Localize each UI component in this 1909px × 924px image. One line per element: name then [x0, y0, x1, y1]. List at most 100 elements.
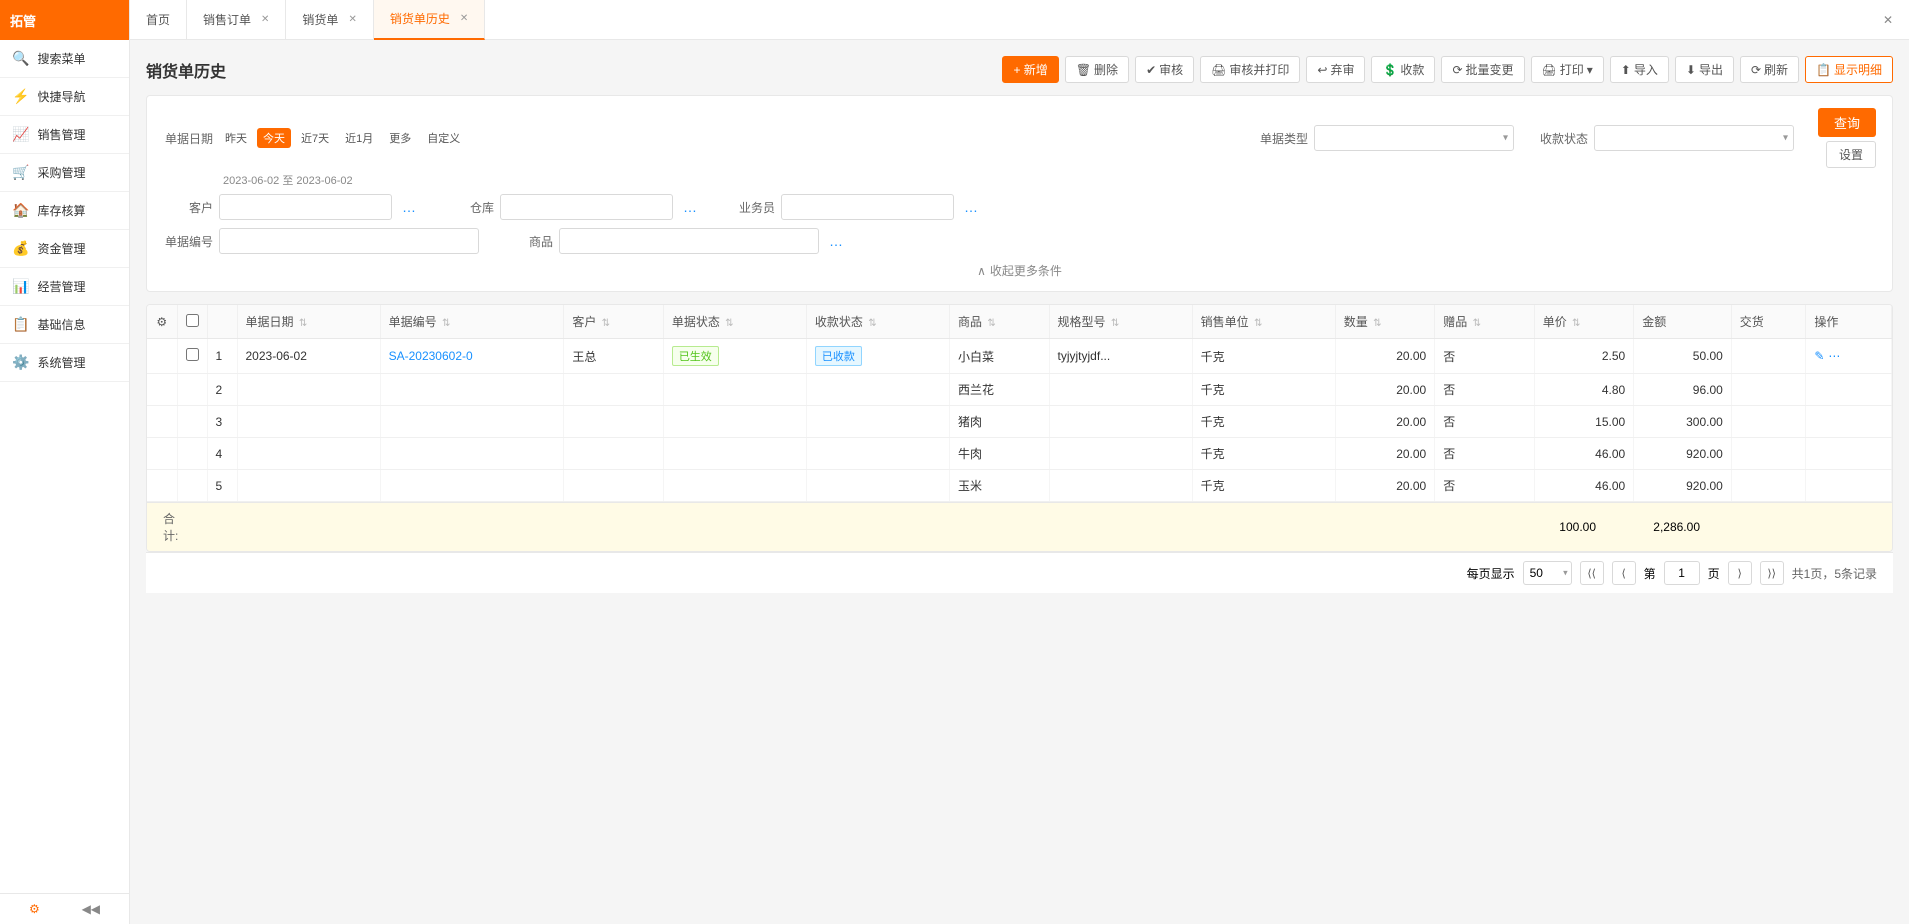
sidebar-item-operations[interactable]: 📊 经营管理 — [0, 268, 129, 306]
abandon-button[interactable]: ↩ 弃审 — [1306, 56, 1365, 83]
batch-change-button[interactable]: ⟳ 批量变更 — [1441, 56, 1524, 83]
audit-button[interactable]: ✔ 审核 — [1135, 56, 1194, 83]
tab-home[interactable]: 首页 — [130, 0, 187, 40]
collapse-button[interactable]: ∧ 收起更多条件 — [977, 262, 1062, 279]
sidebar-item-inventory[interactable]: 🏠 库存核算 — [0, 192, 129, 230]
col-qty[interactable]: 数量 ⇅ — [1335, 305, 1434, 339]
sidebar-item-sales-mgmt[interactable]: 📈 销售管理 — [0, 116, 129, 154]
table-row: 12023-06-02SA-20230602-0王总已生效已收款小白菜tyjyj… — [147, 339, 1892, 374]
cell-trade — [1731, 406, 1806, 438]
goods-input[interactable] — [559, 228, 819, 254]
col-doc-date[interactable]: 单据日期 ⇅ — [237, 305, 380, 339]
audit-print-button[interactable]: 🖨 审核并打印 — [1200, 56, 1300, 83]
cell-doc-status — [663, 374, 806, 406]
select-all-checkbox[interactable] — [186, 314, 199, 327]
sort-spec-icon: ⇅ — [1111, 318, 1119, 329]
page-prev-btn[interactable]: ⟨ — [1612, 561, 1636, 585]
cell-payment-status — [806, 406, 949, 438]
col-settings[interactable]: ⚙ — [147, 305, 177, 339]
cell-checkbox — [177, 470, 207, 502]
top-nav-right: ✕ — [1883, 13, 1909, 27]
cell-doc-status — [663, 438, 806, 470]
sidebar-item-search-menu[interactable]: 🔍 搜索菜单 — [0, 40, 129, 78]
sidebar-collapse-icon[interactable]: ◀◀ — [82, 902, 100, 916]
date-tab-custom[interactable]: 自定义 — [421, 128, 466, 148]
row-checkbox[interactable] — [186, 348, 199, 361]
page-area: 销货单历史 + 新增 🗑 删除 ✔ 审核 🖨 审核并打印 ↩ 弃审 — [130, 40, 1909, 924]
cell-goods: 猪肉 — [950, 406, 1049, 438]
date-tab-7days[interactable]: 近7天 — [295, 128, 335, 148]
delete-button[interactable]: 🗑 删除 — [1065, 56, 1129, 83]
doc-no-input[interactable] — [219, 228, 479, 254]
sidebar-item-finance[interactable]: 💰 资金管理 — [0, 230, 129, 268]
edit-action-btn[interactable]: ✎ — [1814, 349, 1824, 363]
col-spec[interactable]: 规格型号 ⇅ — [1049, 305, 1192, 339]
warehouse-ellipsis[interactable]: … — [679, 197, 701, 217]
close-sales-order-tab[interactable]: ✕ — [261, 14, 269, 25]
page-next-btn[interactable]: ⟩ — [1728, 561, 1752, 585]
payment-status-select[interactable] — [1594, 125, 1794, 151]
col-goods[interactable]: 商品 ⇅ — [950, 305, 1049, 339]
warehouse-input[interactable] — [500, 194, 673, 220]
date-tab-yesterday[interactable]: 昨天 — [219, 128, 253, 148]
setting-button[interactable]: 设置 — [1826, 141, 1876, 168]
cell-payment-status — [806, 438, 949, 470]
show-details-button[interactable]: 📋 显示明细 — [1805, 56, 1893, 83]
col-doc-status[interactable]: 单据状态 ⇅ — [663, 305, 806, 339]
col-doc-no[interactable]: 单据编号 ⇅ — [380, 305, 564, 339]
col-customer[interactable]: 客户 ⇅ — [564, 305, 663, 339]
page-number-input[interactable] — [1664, 561, 1700, 585]
sidebar-item-basic-info[interactable]: 📋 基础信息 — [0, 306, 129, 344]
sidebar-settings-icon[interactable]: ⚙ — [29, 902, 40, 916]
filter-customer: 客户 … — [163, 194, 420, 220]
cell-checkbox — [177, 339, 207, 374]
staff-ellipsis[interactable]: … — [960, 197, 982, 217]
cell-checkbox — [177, 406, 207, 438]
page-first-btn[interactable]: ⟨⟨ — [1580, 561, 1604, 585]
sidebar-item-purchase-mgmt[interactable]: 🛒 采购管理 — [0, 154, 129, 192]
tab-sales-delivery[interactable]: 销货单 ✕ — [286, 0, 373, 40]
export-icon: ⬇ — [1686, 63, 1696, 77]
sidebar-item-sys-mgmt[interactable]: ⚙️ 系统管理 — [0, 344, 129, 382]
money-icon: 💰 — [12, 240, 29, 257]
per-page-select[interactable]: 50 100 200 — [1523, 561, 1572, 585]
close-sales-delivery-tab[interactable]: ✕ — [348, 14, 356, 25]
collect-button[interactable]: 💲 收款 — [1371, 56, 1435, 83]
tab-sales-order[interactable]: 销售订单 ✕ — [187, 0, 286, 40]
new-button[interactable]: + 新增 — [1002, 56, 1058, 83]
date-tab-more[interactable]: 更多 — [383, 128, 417, 148]
refresh-button[interactable]: ⟳ 刷新 — [1740, 56, 1799, 83]
date-tab-today[interactable]: 今天 — [257, 128, 291, 148]
tab-sales-history[interactable]: 销货单历史 ✕ — [374, 0, 485, 40]
col-gift[interactable]: 赠品 ⇅ — [1435, 305, 1534, 339]
col-payment-status[interactable]: 收款状态 ⇅ — [806, 305, 949, 339]
date-tab-1month[interactable]: 近1月 — [339, 128, 379, 148]
cell-doc-no — [380, 374, 564, 406]
more-action-btn[interactable]: ⋯ — [1828, 349, 1840, 363]
import-button[interactable]: ⬆ 导入 — [1610, 56, 1669, 83]
export-button[interactable]: ⬇ 导出 — [1675, 56, 1734, 83]
col-trade: 交货 — [1731, 305, 1806, 339]
sidebar-item-quick-nav[interactable]: ⚡ 快捷导航 — [0, 78, 129, 116]
goods-ellipsis[interactable]: … — [825, 231, 847, 251]
sidebar-item-label: 销售管理 — [37, 126, 85, 143]
nav-close-all[interactable]: ✕ — [1883, 13, 1893, 27]
cell-unit: 千克 — [1192, 438, 1335, 470]
col-unit[interactable]: 销售单位 ⇅ — [1192, 305, 1335, 339]
per-page-label: 每页显示 — [1467, 565, 1515, 582]
col-price[interactable]: 单价 ⇅ — [1534, 305, 1633, 339]
page-last-btn[interactable]: ⟩⟩ — [1760, 561, 1784, 585]
doc-no-link[interactable]: SA-20230602-0 — [389, 349, 473, 363]
print-button[interactable]: 🖨 打印 ▾ — [1531, 56, 1604, 83]
staff-input[interactable] — [781, 194, 954, 220]
customer-ellipsis[interactable]: … — [398, 197, 420, 217]
sort-customer-icon: ⇅ — [602, 318, 610, 329]
cell-gift: 否 — [1435, 470, 1534, 502]
close-sales-history-tab[interactable]: ✕ — [460, 13, 468, 24]
customer-input[interactable] — [219, 194, 392, 220]
cell-amount: 96.00 — [1634, 374, 1732, 406]
doc-type-select[interactable] — [1314, 125, 1514, 151]
query-button[interactable]: 查询 — [1818, 108, 1876, 137]
payment-status-badge: 已收款 — [815, 346, 862, 366]
table-row: 4牛肉千克20.00否46.00920.00 — [147, 438, 1892, 470]
